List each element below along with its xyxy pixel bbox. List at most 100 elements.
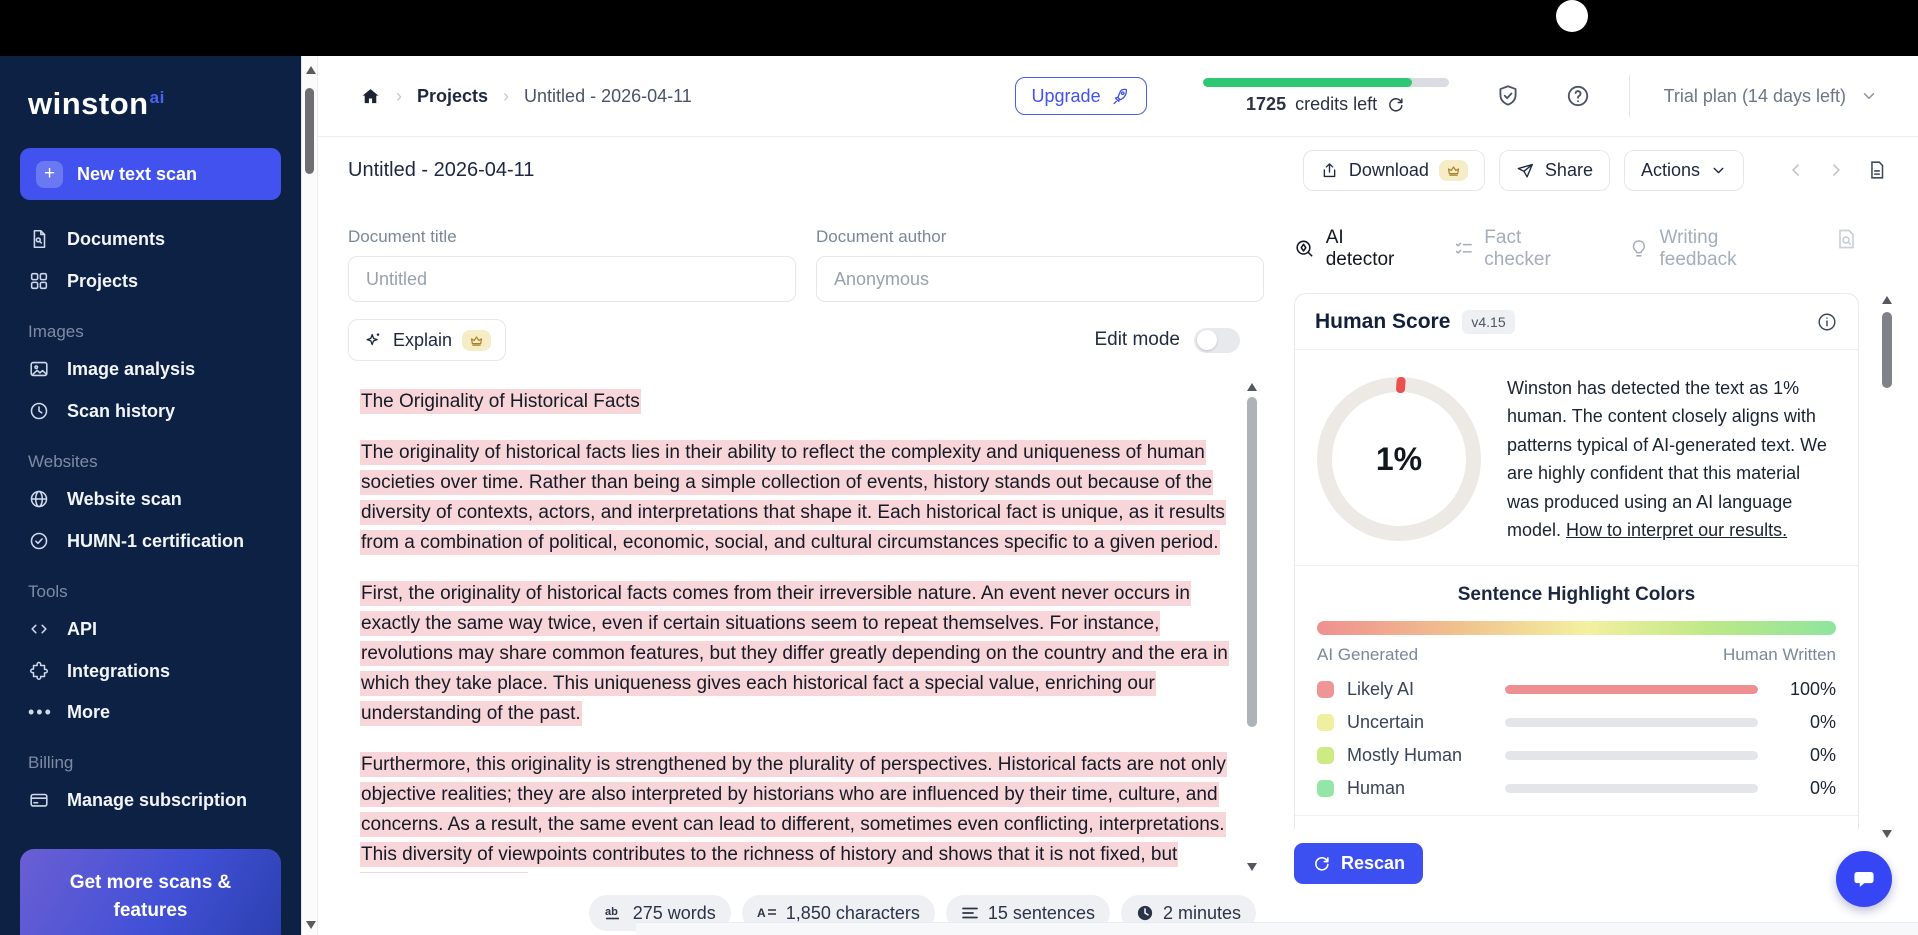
document-scrollbar[interactable] xyxy=(1246,383,1258,871)
document-text-area[interactable]: The Originality of Historical Facts The … xyxy=(348,381,1270,873)
tab-writing-feedback[interactable]: Writing feedback xyxy=(1628,227,1799,275)
characters-icon: A xyxy=(757,906,776,920)
sidebar-item-api[interactable]: API xyxy=(0,608,301,650)
highlighted-sentence[interactable]: Furthermore, this originality is strengt… xyxy=(360,752,1227,873)
edit-mode-toggle[interactable] xyxy=(1194,327,1240,353)
plagiarism-tab-icon[interactable] xyxy=(1835,227,1859,256)
legend-row: Mostly Human 0% xyxy=(1317,745,1836,766)
window-scrollbar[interactable] xyxy=(301,56,318,935)
shield-check-icon[interactable] xyxy=(1495,83,1521,109)
brand-name: winston xyxy=(28,86,149,121)
legend-swatch xyxy=(1317,779,1334,797)
sidebar-item-label: Image analysis xyxy=(67,358,196,379)
main-area: › Projects › Untitled - 2026-04-11 Upgra… xyxy=(318,56,1918,935)
scroll-thumb[interactable] xyxy=(1882,312,1892,388)
document-title-label: Document title xyxy=(348,227,457,246)
sidebar: winstonai + New text scan Documents Proj… xyxy=(0,56,301,935)
sidebar-item-label: Website scan xyxy=(67,488,182,509)
chevron-left-icon[interactable] xyxy=(1786,160,1806,180)
panel-scrollbar[interactable] xyxy=(1880,296,1894,896)
scroll-down-arrow[interactable] xyxy=(1882,830,1892,838)
document-icon xyxy=(33,229,46,249)
score-description: Winston has detected the text as 1% huma… xyxy=(1507,374,1836,545)
sidebar-item-image-analysis[interactable]: Image analysis xyxy=(0,348,301,390)
tab-fact-checker[interactable]: Fact checker xyxy=(1453,227,1592,275)
breadcrumb-projects[interactable]: Projects xyxy=(417,86,488,107)
crown-badge xyxy=(1438,159,1468,181)
prediction-map-footnote: The AI prediction map will scan your con… xyxy=(1295,814,1858,829)
sidebar-item-scan-history[interactable]: Scan history xyxy=(0,390,301,432)
get-more-scans-card[interactable]: Get more scans & features xyxy=(20,849,281,935)
credits-bar-fill xyxy=(1202,77,1412,87)
new-text-scan-button[interactable]: + New text scan xyxy=(20,148,281,200)
sidebar-item-website-scan[interactable]: Website scan xyxy=(0,478,301,520)
actions-button[interactable]: Actions xyxy=(1623,149,1744,191)
document-page-icon[interactable] xyxy=(1866,159,1888,181)
send-icon xyxy=(1517,163,1533,178)
rescan-button[interactable]: Rescan xyxy=(1294,843,1424,884)
refresh-icon[interactable] xyxy=(1386,95,1405,114)
legend-bar xyxy=(1505,783,1758,793)
promo-label: Get more scans & features xyxy=(69,872,232,921)
download-button[interactable]: Download xyxy=(1302,149,1485,191)
rocket-icon xyxy=(1113,88,1127,105)
legend-bar xyxy=(1505,750,1758,760)
scroll-down-arrow[interactable] xyxy=(1247,863,1257,871)
stat-characters-label: 1,850 characters xyxy=(785,902,920,923)
sidebar-item-manage-subscription[interactable]: Manage subscription xyxy=(0,779,301,821)
legend-label: Mostly Human xyxy=(1347,744,1463,765)
credits-line: 1725 credits left xyxy=(1246,94,1405,115)
new-text-scan-label: New text scan xyxy=(77,163,198,184)
toolbar: Untitled - 2026-04-11 Download Share Act… xyxy=(318,137,1918,203)
upgrade-button[interactable]: Upgrade xyxy=(1014,77,1147,115)
scroll-up-arrow[interactable] xyxy=(1882,296,1892,304)
legend-bar xyxy=(1505,717,1758,727)
scroll-down-arrow[interactable] xyxy=(305,921,316,929)
legend-value: 0% xyxy=(1809,744,1836,765)
highlight-legend: Likely AI 100% Uncertain 0% Mostly Human… xyxy=(1317,679,1836,799)
info-icon[interactable] xyxy=(1816,311,1838,333)
document-author-input[interactable] xyxy=(816,256,1264,302)
chat-widget-button[interactable] xyxy=(1836,851,1892,907)
sidebar-item-documents[interactable]: Documents xyxy=(0,218,301,260)
highlighted-sentence[interactable]: First, the originality of historical fac… xyxy=(360,581,1229,726)
interpret-results-link[interactable]: How to interpret our results. xyxy=(1566,520,1787,540)
sidebar-item-integrations[interactable]: Integrations xyxy=(0,650,301,692)
scroll-thumb[interactable] xyxy=(1247,397,1257,727)
scroll-up-arrow[interactable] xyxy=(305,66,316,74)
tab-label: Fact checker xyxy=(1484,227,1551,270)
highlighted-sentence[interactable]: The originality of historical facts lies… xyxy=(360,440,1226,555)
sidebar-item-more[interactable]: ••• More xyxy=(0,692,301,733)
sidebar-item-projects[interactable]: Projects xyxy=(0,260,301,302)
panel-scroll-viewport[interactable]: Human Score v4.15 1% Winston has detecte… xyxy=(1294,293,1859,829)
share-button[interactable]: Share xyxy=(1498,149,1610,191)
scroll-thumb[interactable] xyxy=(305,88,314,174)
globe-icon xyxy=(30,490,48,508)
header-divider xyxy=(1628,75,1630,117)
score-section: 1% Winston has detected the text as 1% h… xyxy=(1295,350,1858,565)
document-paragraph: First, the originality of historical fac… xyxy=(360,579,1230,729)
fact-checker-icon xyxy=(1455,242,1472,254)
brand-logo[interactable]: winstonai xyxy=(0,86,301,122)
highlighted-sentence[interactable]: The Originality of Historical Facts xyxy=(360,389,641,414)
breadcrumb: › Projects › Untitled - 2026-04-11 xyxy=(360,86,692,107)
home-icon[interactable] xyxy=(360,86,381,107)
sidebar-item-humn1-certification[interactable]: HUMN-1 certification xyxy=(0,520,301,562)
document-title-input[interactable] xyxy=(348,256,796,302)
credits-value: 1725 xyxy=(1246,93,1287,114)
sidebar-item-label: Documents xyxy=(67,228,166,249)
upgrade-label: Upgrade xyxy=(1031,85,1101,106)
legend-row: Uncertain 0% xyxy=(1317,712,1836,733)
sidebar-item-label: API xyxy=(67,618,98,639)
sentence-highlight-title: Sentence Highlight Colors xyxy=(1457,583,1696,605)
scroll-up-arrow[interactable] xyxy=(1247,383,1257,391)
explain-button[interactable]: Explain xyxy=(348,319,507,361)
chevron-right-icon[interactable] xyxy=(1826,160,1846,180)
stat-sentences-label: 15 sentences xyxy=(987,902,1095,923)
explain-label: Explain xyxy=(393,329,453,350)
crown-badge xyxy=(462,329,492,351)
document-column: Document title Document author Explain xyxy=(348,227,1270,935)
tab-ai-detector[interactable]: AI detector xyxy=(1294,227,1417,275)
help-icon[interactable] xyxy=(1565,83,1591,109)
plan-selector[interactable]: Trial plan (14 days left) xyxy=(1664,86,1878,107)
